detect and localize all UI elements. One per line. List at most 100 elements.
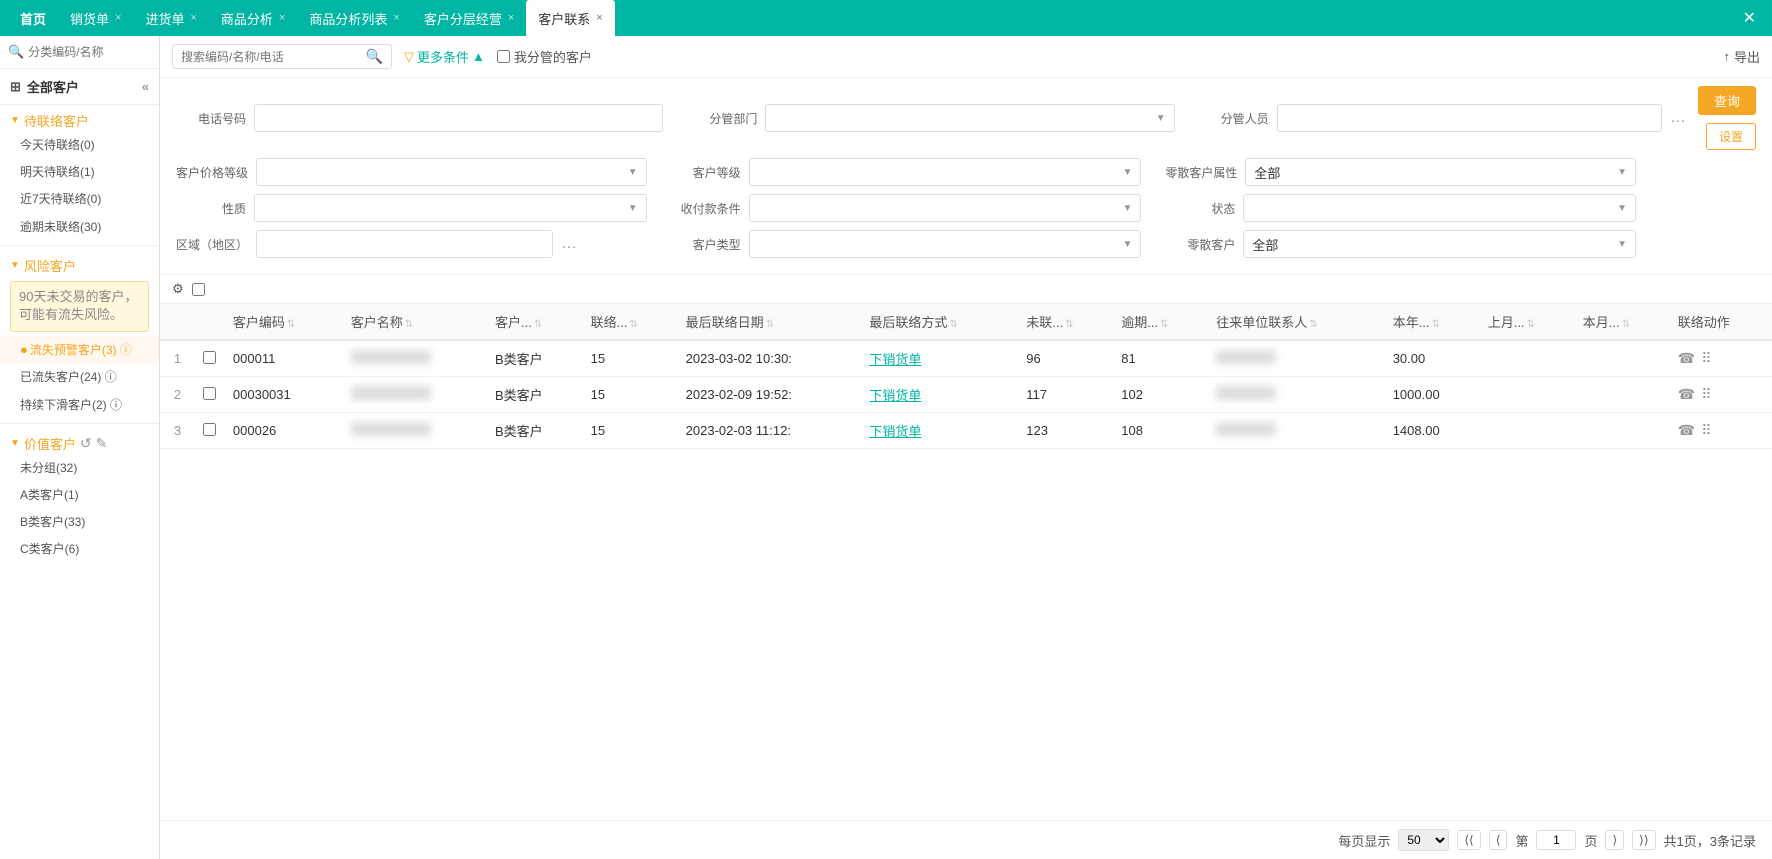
last-page-button[interactable]: ⟩⟩: [1632, 830, 1655, 850]
prev-page-button[interactable]: ⟨: [1489, 830, 1508, 850]
sidebar-item-tomorrow-pending[interactable]: 明天待联络(1): [0, 159, 159, 186]
per-page-select[interactable]: 50 100: [1398, 829, 1449, 851]
nav-tab-analysis-list[interactable]: 商品分析列表 ×: [297, 0, 411, 36]
nature-select[interactable]: ▼: [254, 194, 647, 222]
filter-row-3: 性质 ▼ 收付款条件 ▼ 状态: [176, 194, 1756, 222]
th-overdue[interactable]: 逾期...⇅: [1113, 304, 1208, 340]
cell-last-contact-method[interactable]: 下销货单: [861, 377, 1018, 413]
cell-name: [343, 340, 487, 377]
th-no-contact[interactable]: 未联...⇅: [1018, 304, 1113, 340]
action-more-icon[interactable]: ⠿: [1701, 386, 1711, 403]
action-phone-icon[interactable]: ☎: [1678, 422, 1695, 439]
sidebar-item-type-b[interactable]: B类客户(33): [0, 509, 159, 536]
analysis-list-tab-close[interactable]: ×: [393, 12, 399, 24]
filter-search-input[interactable]: [181, 50, 366, 64]
th-code[interactable]: 客户编码⇅: [225, 304, 343, 340]
sidebar-item-type-a[interactable]: A类客户(1): [0, 482, 159, 509]
page-number-input[interactable]: [1536, 830, 1576, 850]
region-input[interactable]: [256, 230, 553, 258]
nav-tab-customer-tier[interactable]: 客户分层经营 ×: [412, 0, 526, 36]
select-all-checkbox[interactable]: [192, 283, 205, 296]
phone-input[interactable]: [254, 104, 663, 132]
th-type[interactable]: 客户...⇅: [487, 304, 583, 340]
customer-tier-select[interactable]: ▼: [749, 158, 1142, 186]
sidebar-search-icon: 🔍: [8, 44, 24, 60]
analysis-tab-close[interactable]: ×: [279, 12, 285, 24]
customer-type-select[interactable]: ▼: [749, 230, 1142, 258]
nav-tab-customer-contact[interactable]: 客户联系 ×: [526, 0, 614, 36]
sidebar-item-ungrouped[interactable]: 未分组(32): [0, 455, 159, 482]
th-contact-person[interactable]: 往来单位联系人⇅: [1208, 304, 1384, 340]
cell-checkbox[interactable]: [195, 377, 225, 413]
nav-tab-sales[interactable]: 销货单 ×: [58, 0, 133, 36]
customer-contact-tab-close[interactable]: ×: [596, 12, 602, 24]
manager-select[interactable]: [1277, 104, 1662, 132]
action-more-icon[interactable]: ⠿: [1701, 350, 1711, 367]
filter-search-button[interactable]: 🔍: [366, 48, 383, 65]
collapse-icon[interactable]: «: [142, 79, 149, 94]
status-select[interactable]: ▼: [1243, 194, 1636, 222]
cell-name: [343, 413, 487, 449]
more-conditions-btn[interactable]: ▽ 更多条件 ▲: [404, 47, 485, 66]
retail-attr-select[interactable]: 全部 ▼: [1245, 158, 1636, 186]
sidebar-divider-1: [0, 245, 159, 246]
price-tier-select[interactable]: ▼: [256, 158, 647, 186]
grid-icon: ⊞: [10, 79, 21, 95]
th-last-month[interactable]: 上月...⇅: [1480, 304, 1575, 340]
query-button[interactable]: 查询: [1698, 86, 1756, 115]
first-page-button[interactable]: ⟨⟨: [1457, 830, 1480, 850]
row-checkbox[interactable]: [203, 387, 216, 400]
cell-last-contact-method[interactable]: 下销货单: [861, 413, 1018, 449]
action-phone-icon[interactable]: ☎: [1678, 350, 1695, 367]
th-last-contact-method[interactable]: 最后联络方式⇅: [861, 304, 1018, 340]
settings-button[interactable]: 设置: [1706, 123, 1756, 150]
sidebar-item-overdue[interactable]: 逾期未联络(30): [0, 214, 159, 241]
th-this-year[interactable]: 本年...⇅: [1385, 304, 1480, 340]
customer-tier-tab-close[interactable]: ×: [508, 12, 514, 24]
dept-select[interactable]: ▼: [765, 104, 1174, 132]
action-phone-icon[interactable]: ☎: [1678, 386, 1695, 403]
sidebar-item-declining[interactable]: 持续下滑客户(2) ⓘ: [0, 392, 159, 419]
next-page-button[interactable]: ⟩: [1605, 830, 1624, 850]
th-this-month[interactable]: 本月...⇅: [1575, 304, 1670, 340]
table-settings-icon[interactable]: ⚙: [172, 281, 184, 297]
my-customers-checkbox[interactable]: [497, 50, 510, 63]
export-button[interactable]: ↑ 导出: [1723, 47, 1760, 66]
retail-customer-select[interactable]: 全部 ▼: [1243, 230, 1636, 258]
value-edit-icon[interactable]: ✎: [96, 435, 108, 452]
cell-checkbox[interactable]: [195, 340, 225, 377]
row-checkbox[interactable]: [203, 423, 216, 436]
window-close-button[interactable]: ✕: [1735, 8, 1764, 28]
manager-more-icon[interactable]: …: [1670, 109, 1686, 127]
sales-tab-close[interactable]: ×: [115, 12, 121, 24]
sidebar-group-value[interactable]: ▼ 价值客户 ↺ ✎: [0, 428, 159, 455]
nav-tab-analysis[interactable]: 商品分析 ×: [209, 0, 297, 36]
customer-type-arrow: ▼: [1122, 239, 1132, 250]
sidebar-group-pending[interactable]: ▼ 待联络客户: [0, 105, 159, 132]
sidebar-item-today-pending[interactable]: 今天待联络(0): [0, 132, 159, 159]
th-name[interactable]: 客户名称⇅: [343, 304, 487, 340]
sidebar-item-churned[interactable]: 已流失客户(24) ⓘ: [0, 364, 159, 391]
home-tab-label: 首页: [20, 9, 46, 28]
sidebar-item-week-pending[interactable]: 近7天待联络(0): [0, 186, 159, 213]
value-refresh-icon[interactable]: ↺: [80, 435, 92, 452]
nav-tab-home[interactable]: 首页: [8, 0, 58, 36]
th-contact[interactable]: 联络...⇅: [583, 304, 678, 340]
nav-tab-purchase[interactable]: 进货单 ×: [133, 0, 208, 36]
action-more-icon[interactable]: ⠿: [1701, 422, 1711, 439]
my-customers-check[interactable]: 我分管的客户: [497, 47, 592, 66]
sidebar-item-type-c[interactable]: C类客户(6): [0, 536, 159, 563]
cell-checkbox[interactable]: [195, 413, 225, 449]
row-checkbox[interactable]: [203, 351, 216, 364]
sidebar-item-churn-warning[interactable]: ●流失预警客户(3) ⓘ: [0, 336, 159, 365]
tooltip-text: 90天未交易的客户，可能有流失风险。: [19, 289, 137, 322]
status-label: 状态: [1165, 200, 1235, 217]
sidebar-search-input[interactable]: [28, 45, 151, 59]
sidebar-group-risk[interactable]: ▼ 风险客户: [0, 250, 159, 277]
th-last-contact-date[interactable]: 最后联络日期⇅: [678, 304, 862, 340]
purchase-tab-close[interactable]: ×: [190, 12, 196, 24]
region-more-icon[interactable]: …: [561, 235, 577, 253]
payment-select[interactable]: ▼: [749, 194, 1142, 222]
filter-btn-group: 查询 设置: [1698, 86, 1756, 150]
cell-last-contact-method[interactable]: 下销货单: [861, 340, 1018, 377]
